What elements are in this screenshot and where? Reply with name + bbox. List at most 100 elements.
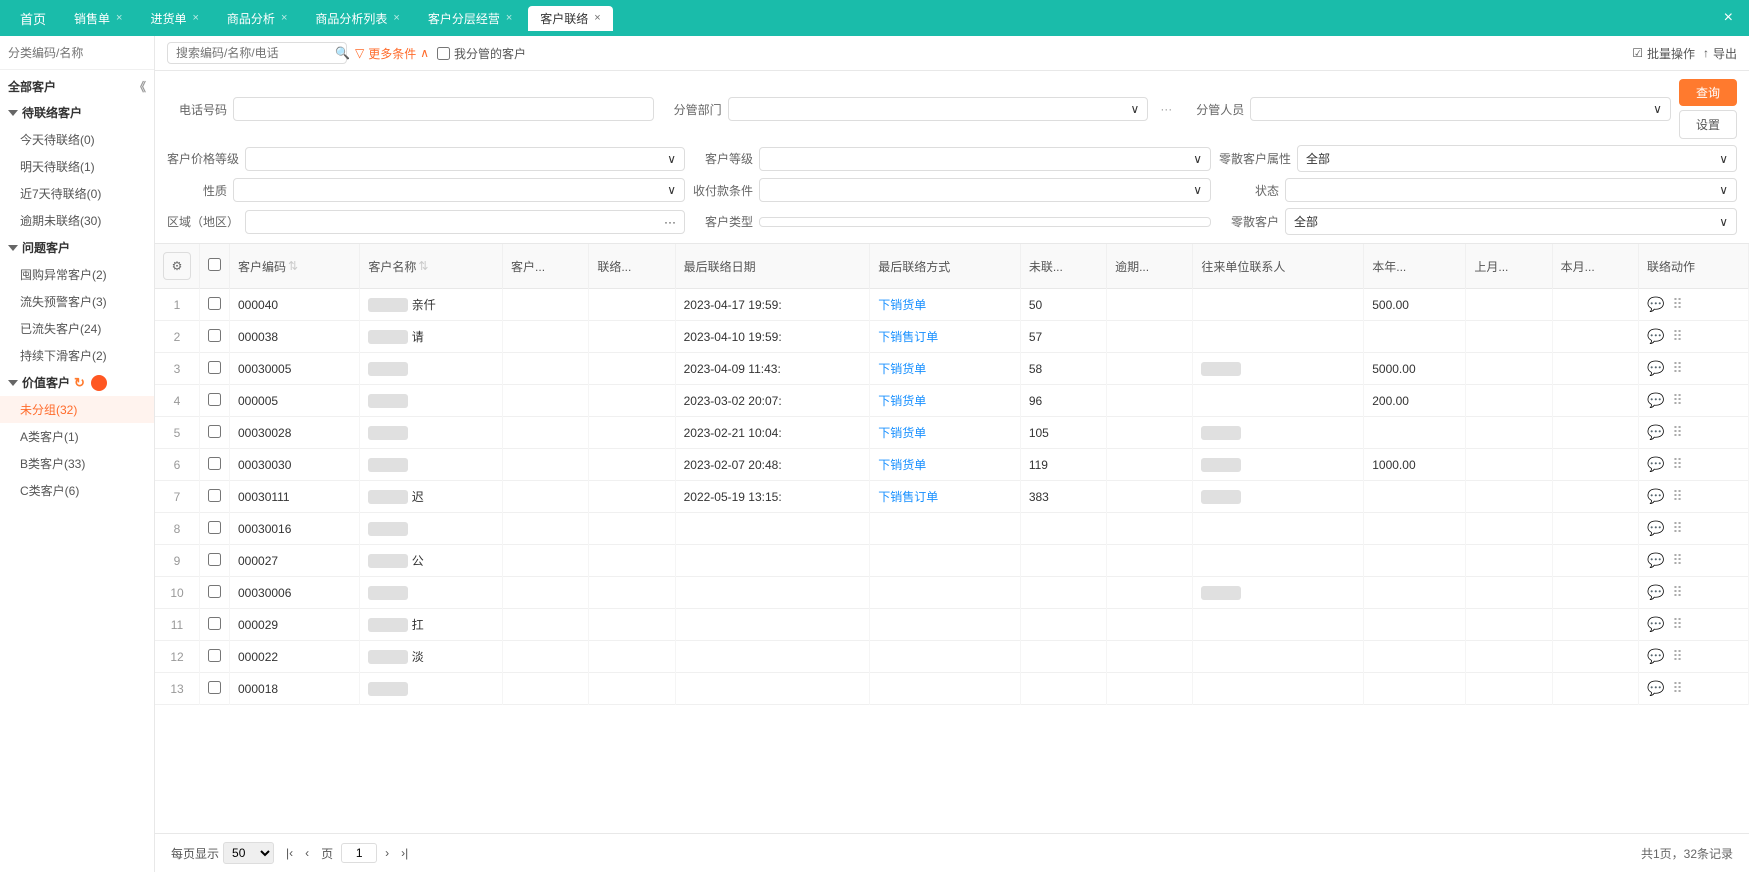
select-all-checkbox[interactable] bbox=[208, 258, 221, 271]
message-action-icon[interactable]: 💬 bbox=[1647, 296, 1664, 313]
my-customers-checkbox[interactable] bbox=[437, 47, 450, 60]
sidebar-item-ungrouped[interactable]: 未分组(32) bbox=[0, 396, 154, 423]
next-page-button[interactable]: › bbox=[381, 844, 393, 862]
more-action-icon[interactable]: ⠿ bbox=[1672, 456, 1682, 473]
batch-ops-button[interactable]: ☑ 批量操作 bbox=[1632, 45, 1695, 62]
main-search-icon[interactable]: 🔍 bbox=[335, 46, 350, 60]
close-customer-contact-tab[interactable]: × bbox=[594, 12, 600, 24]
my-customers-checkbox-wrap[interactable]: 我分管的客户 bbox=[437, 45, 526, 62]
sidebar-search-input[interactable] bbox=[8, 46, 155, 60]
more-action-icon[interactable]: ⠿ bbox=[1672, 680, 1682, 697]
row-select-checkbox[interactable] bbox=[208, 489, 221, 502]
filter-region-select[interactable]: ··· bbox=[245, 210, 685, 234]
message-action-icon[interactable]: 💬 bbox=[1647, 648, 1664, 665]
row-select-checkbox[interactable] bbox=[208, 361, 221, 374]
more-action-icon[interactable]: ⠿ bbox=[1672, 616, 1682, 633]
filter-zero-retail-select[interactable]: 全部 ∨ bbox=[1285, 208, 1737, 235]
row-select-checkbox[interactable] bbox=[208, 297, 221, 310]
row-select-checkbox[interactable] bbox=[208, 521, 221, 534]
row-select-checkbox[interactable] bbox=[208, 393, 221, 406]
more-action-icon[interactable]: ⠿ bbox=[1672, 360, 1682, 377]
sidebar-item-tomorrow-pending[interactable]: 明天待联络(1) bbox=[0, 153, 154, 180]
contact-way-link[interactable]: 下销货单 bbox=[878, 458, 926, 472]
sidebar-item-churn-warning[interactable]: 流失预警客户(3) bbox=[0, 288, 154, 315]
filter-zero-retail-attr-select[interactable]: 全部 ∨ bbox=[1297, 145, 1737, 172]
page-number-input[interactable] bbox=[341, 843, 377, 863]
tab-sales[interactable]: 销售单 × bbox=[62, 6, 134, 31]
row-select-checkbox[interactable] bbox=[208, 617, 221, 630]
gear-settings-button[interactable]: ⚙ bbox=[163, 252, 191, 280]
sidebar-item-class-c[interactable]: C类客户(6) bbox=[0, 477, 154, 504]
row-select-checkbox[interactable] bbox=[208, 585, 221, 598]
row-select-checkbox[interactable] bbox=[208, 329, 221, 342]
message-action-icon[interactable]: 💬 bbox=[1647, 328, 1664, 345]
tab-home[interactable]: 首页 bbox=[8, 5, 58, 32]
prev-page-button[interactable]: ‹ bbox=[301, 844, 313, 862]
export-button[interactable]: ↑ 导出 bbox=[1703, 45, 1737, 62]
close-sales-tab[interactable]: × bbox=[116, 12, 122, 24]
tab-customer-contact[interactable]: 客户联络 × bbox=[528, 6, 612, 31]
sidebar-item-today-pending[interactable]: 今天待联络(0) bbox=[0, 126, 154, 153]
sidebar-item-overdue-pending[interactable]: 逾期未联络(30) bbox=[0, 207, 154, 234]
reset-button[interactable]: 设置 bbox=[1679, 110, 1737, 139]
tab-product-analysis-list[interactable]: 商品分析列表 × bbox=[303, 6, 411, 31]
main-search-input[interactable] bbox=[176, 46, 331, 60]
row-select-checkbox[interactable] bbox=[208, 681, 221, 694]
sidebar-item-churned[interactable]: 已流失客户(24) bbox=[0, 315, 154, 342]
filter-customer-type-select[interactable] bbox=[759, 217, 1211, 227]
all-customers-header[interactable]: 全部客户 《 bbox=[0, 70, 154, 99]
more-action-icon[interactable]: ⠿ bbox=[1672, 296, 1682, 313]
filter-price-level-select[interactable]: ∨ bbox=[245, 147, 685, 171]
more-filters-button[interactable]: ▽ 更多条件 ∧ bbox=[355, 45, 429, 62]
message-action-icon[interactable]: 💬 bbox=[1647, 520, 1664, 537]
message-action-icon[interactable]: 💬 bbox=[1647, 424, 1664, 441]
filter-nature-select[interactable]: ∨ bbox=[233, 178, 685, 202]
contact-way-link[interactable]: 下销货单 bbox=[878, 426, 926, 440]
more-action-icon[interactable]: ⠿ bbox=[1672, 392, 1682, 409]
sidebar-item-class-b[interactable]: B类客户(33) bbox=[0, 450, 154, 477]
close-product-analysis-tab[interactable]: × bbox=[281, 12, 287, 24]
filter-dept-select[interactable]: ∨ bbox=[728, 97, 1149, 121]
row-select-checkbox[interactable] bbox=[208, 553, 221, 566]
message-action-icon[interactable]: 💬 bbox=[1647, 616, 1664, 633]
row-select-checkbox[interactable] bbox=[208, 457, 221, 470]
more-action-icon[interactable]: ⠿ bbox=[1672, 520, 1682, 537]
filter-status-select[interactable]: ∨ bbox=[1285, 178, 1737, 202]
more-action-icon[interactable]: ⠿ bbox=[1672, 648, 1682, 665]
tab-product-analysis[interactable]: 商品分析 × bbox=[215, 6, 299, 31]
contact-way-link[interactable]: 下销货单 bbox=[878, 362, 926, 376]
more-action-icon[interactable]: ⠿ bbox=[1672, 328, 1682, 345]
row-select-checkbox[interactable] bbox=[208, 425, 221, 438]
message-action-icon[interactable]: 💬 bbox=[1647, 456, 1664, 473]
message-action-icon[interactable]: 💬 bbox=[1647, 360, 1664, 377]
problem-customers-group[interactable]: 问题客户 bbox=[0, 234, 154, 261]
message-action-icon[interactable]: 💬 bbox=[1647, 680, 1664, 697]
row-select-checkbox[interactable] bbox=[208, 649, 221, 662]
filter-manager-select[interactable]: ∨ bbox=[1250, 97, 1671, 121]
contact-way-link[interactable]: 下销售订单 bbox=[878, 490, 938, 504]
contact-way-link[interactable]: 下销售订单 bbox=[878, 330, 938, 344]
message-action-icon[interactable]: 💬 bbox=[1647, 392, 1664, 409]
close-all-tabs[interactable]: × bbox=[1716, 9, 1741, 27]
sidebar-item-7day-pending[interactable]: 近7天待联络(0) bbox=[0, 180, 154, 207]
sidebar-item-abnormal-purchase[interactable]: 囤购异常客户(2) bbox=[0, 261, 154, 288]
value-refresh-icon[interactable]: ↻ bbox=[74, 375, 85, 391]
tab-purchase[interactable]: 进货单 × bbox=[138, 6, 210, 31]
sidebar-item-class-a[interactable]: A类客户(1) bbox=[0, 423, 154, 450]
more-action-icon[interactable]: ⠿ bbox=[1672, 552, 1682, 569]
message-action-icon[interactable]: 💬 bbox=[1647, 488, 1664, 505]
more-action-icon[interactable]: ⠿ bbox=[1672, 488, 1682, 505]
more-action-icon[interactable]: ⠿ bbox=[1672, 584, 1682, 601]
contact-way-link[interactable]: 下销货单 bbox=[878, 298, 926, 312]
close-product-analysis-list-tab[interactable]: × bbox=[393, 12, 399, 24]
more-action-icon[interactable]: ⠿ bbox=[1672, 424, 1682, 441]
value-customers-group[interactable]: 价值客户 ↻ bbox=[0, 369, 154, 396]
sidebar-item-declining[interactable]: 持续下滑客户(2) bbox=[0, 342, 154, 369]
last-page-button[interactable]: ›| bbox=[397, 844, 412, 862]
tab-customer-segment[interactable]: 客户分层经营 × bbox=[416, 6, 524, 31]
first-page-button[interactable]: |‹ bbox=[282, 844, 297, 862]
filter-phone-input[interactable] bbox=[233, 97, 654, 121]
page-size-select[interactable]: 50 100 200 bbox=[223, 842, 274, 864]
contact-way-link[interactable]: 下销货单 bbox=[878, 394, 926, 408]
close-customer-segment-tab[interactable]: × bbox=[506, 12, 512, 24]
